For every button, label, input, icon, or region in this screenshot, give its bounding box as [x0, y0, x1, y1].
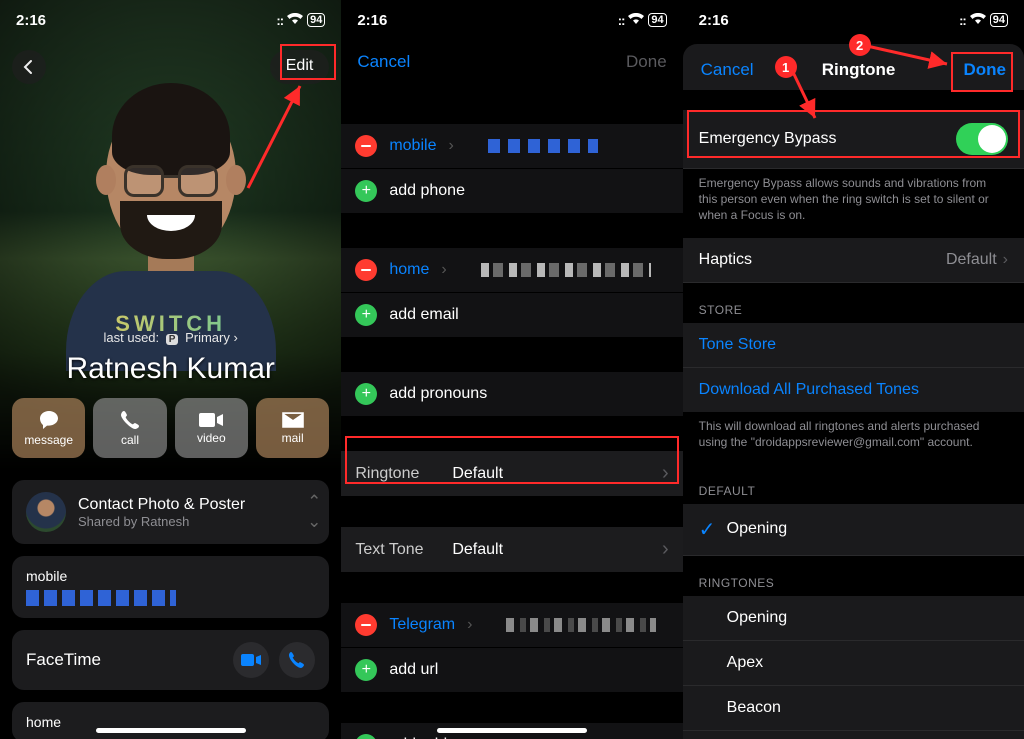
- facetime-video-button[interactable]: [233, 642, 269, 678]
- poster-thumbnail: [26, 492, 66, 532]
- chevron-right-icon: ›: [662, 538, 669, 561]
- remove-icon[interactable]: [355, 135, 377, 157]
- remove-icon[interactable]: [355, 259, 377, 281]
- wifi-icon: [970, 13, 986, 28]
- telegram-redacted: [506, 618, 656, 632]
- ringtone-row[interactable]: Ringtone Default ›: [341, 451, 682, 497]
- message-button[interactable]: message: [12, 398, 85, 458]
- message-icon: [38, 410, 60, 430]
- phone-number-redacted: [488, 139, 598, 153]
- contact-actions: message call video mail: [12, 398, 329, 458]
- status-bar: 2:16 94: [683, 0, 1024, 40]
- tone-store-row[interactable]: Tone Store: [683, 323, 1024, 368]
- ringtone-nav: Cancel Ringtone Done: [683, 44, 1024, 90]
- home-indicator[interactable]: [437, 728, 587, 733]
- ringtone-option[interactable]: Apex: [683, 641, 1024, 686]
- status-bar: 2:16 94: [0, 0, 341, 40]
- clock: 2:16: [357, 12, 387, 29]
- battery-indicator: 94: [648, 13, 666, 27]
- expand-icon: ⌃⌄: [307, 492, 315, 532]
- add-phone-row[interactable]: + add phone: [341, 169, 682, 214]
- video-icon: [199, 412, 223, 428]
- cancel-button[interactable]: Cancel: [357, 52, 410, 72]
- remove-icon[interactable]: [355, 614, 377, 636]
- edit-button[interactable]: Edit: [270, 50, 330, 84]
- ringtone-option[interactable]: Opening: [683, 596, 1024, 641]
- status-bar: 2:16 94: [341, 0, 682, 40]
- poster-subtitle: Shared by Ratnesh: [78, 514, 245, 529]
- add-icon: +: [355, 383, 377, 405]
- call-button[interactable]: call: [93, 398, 166, 458]
- email-home-row[interactable]: home: [12, 702, 329, 739]
- checkmark-icon: ✓: [699, 517, 727, 542]
- chevron-right-icon: ›: [467, 616, 472, 634]
- chevron-right-icon: ›: [1003, 251, 1008, 269]
- last-used-sim[interactable]: last used: P Primary ›: [0, 330, 341, 345]
- contact-name: Ratnesh Kumar: [0, 352, 341, 386]
- battery-indicator: 94: [990, 13, 1008, 27]
- poster-title: Contact Photo & Poster: [78, 496, 245, 514]
- default-header: DEFAULT: [683, 464, 1024, 504]
- page-title: Ringtone: [822, 60, 896, 80]
- cancel-button[interactable]: Cancel: [701, 60, 754, 80]
- ringtone-sheet: Cancel Ringtone Done Emergency Bypass Em…: [683, 44, 1024, 739]
- chevron-right-icon: ›: [441, 261, 446, 279]
- cellular-icon: [276, 13, 283, 28]
- emergency-bypass-note: Emergency Bypass allows sounds and vibra…: [683, 169, 1024, 238]
- text-tone-row[interactable]: Text Tone Default ›: [341, 527, 682, 573]
- chevron-right-icon: ›: [662, 462, 669, 485]
- ringtone-option[interactable]: Bulletin: [683, 731, 1024, 739]
- photo-poster-row[interactable]: Contact Photo & Poster Shared by Ratnesh…: [12, 480, 329, 544]
- chevron-right-icon: ›: [448, 137, 453, 155]
- add-icon: +: [355, 180, 377, 202]
- panel-contact-card: 2:16 94 Edit SWITCH: [0, 0, 341, 739]
- phone-mobile-row[interactable]: mobile ›: [341, 124, 682, 169]
- email-home-row[interactable]: home ›: [341, 248, 682, 293]
- phone-mobile-row[interactable]: mobile: [12, 556, 329, 618]
- emergency-bypass-toggle[interactable]: [956, 123, 1008, 155]
- haptics-row[interactable]: Haptics Default ›: [683, 238, 1024, 283]
- edit-nav: Cancel Done: [341, 40, 682, 84]
- add-icon: +: [355, 304, 377, 326]
- done-button[interactable]: Done: [963, 60, 1006, 80]
- mail-icon: [282, 412, 304, 428]
- phone-number-redacted: [26, 590, 176, 606]
- mail-button[interactable]: mail: [256, 398, 329, 458]
- default-ringtone-row[interactable]: ✓ Opening: [683, 504, 1024, 556]
- done-button-disabled: Done: [626, 52, 667, 72]
- download-note: This will download all ringtones and ale…: [683, 412, 1024, 464]
- emergency-bypass-row[interactable]: Emergency Bypass: [683, 110, 1024, 169]
- add-pronouns-row[interactable]: + add pronouns: [341, 372, 682, 417]
- cellular-icon: [618, 13, 625, 28]
- home-indicator[interactable]: [96, 728, 246, 733]
- cellular-icon: [959, 13, 966, 28]
- add-email-row[interactable]: + add email: [341, 293, 682, 338]
- wifi-icon: [628, 13, 644, 28]
- store-header: STORE: [683, 283, 1024, 323]
- panel-edit-contact: 2:16 94 Cancel Done mobile › + add phone: [341, 0, 682, 739]
- chevron-right-icon: ›: [233, 330, 237, 345]
- phone-icon: [120, 410, 140, 430]
- back-button[interactable]: [12, 50, 46, 84]
- clock: 2:16: [16, 12, 46, 29]
- facetime-audio-button[interactable]: [279, 642, 315, 678]
- email-redacted: [481, 263, 651, 277]
- ringtone-option[interactable]: Beacon: [683, 686, 1024, 731]
- add-icon: +: [355, 734, 377, 739]
- clock: 2:16: [699, 12, 729, 29]
- battery-indicator: 94: [307, 13, 325, 27]
- video-button[interactable]: video: [175, 398, 248, 458]
- ringtones-header: RINGTONES: [683, 556, 1024, 596]
- add-url-row[interactable]: + add url: [341, 648, 682, 693]
- download-all-row[interactable]: Download All Purchased Tones: [683, 368, 1024, 412]
- facetime-row: FaceTime: [12, 630, 329, 690]
- add-icon: +: [355, 659, 377, 681]
- panel-ringtone-settings: 2:16 94 Cancel Ringtone Done Emergency B…: [683, 0, 1024, 739]
- contact-photo: SWITCH: [61, 95, 281, 341]
- social-telegram-row[interactable]: Telegram ›: [341, 603, 682, 648]
- wifi-icon: [287, 13, 303, 28]
